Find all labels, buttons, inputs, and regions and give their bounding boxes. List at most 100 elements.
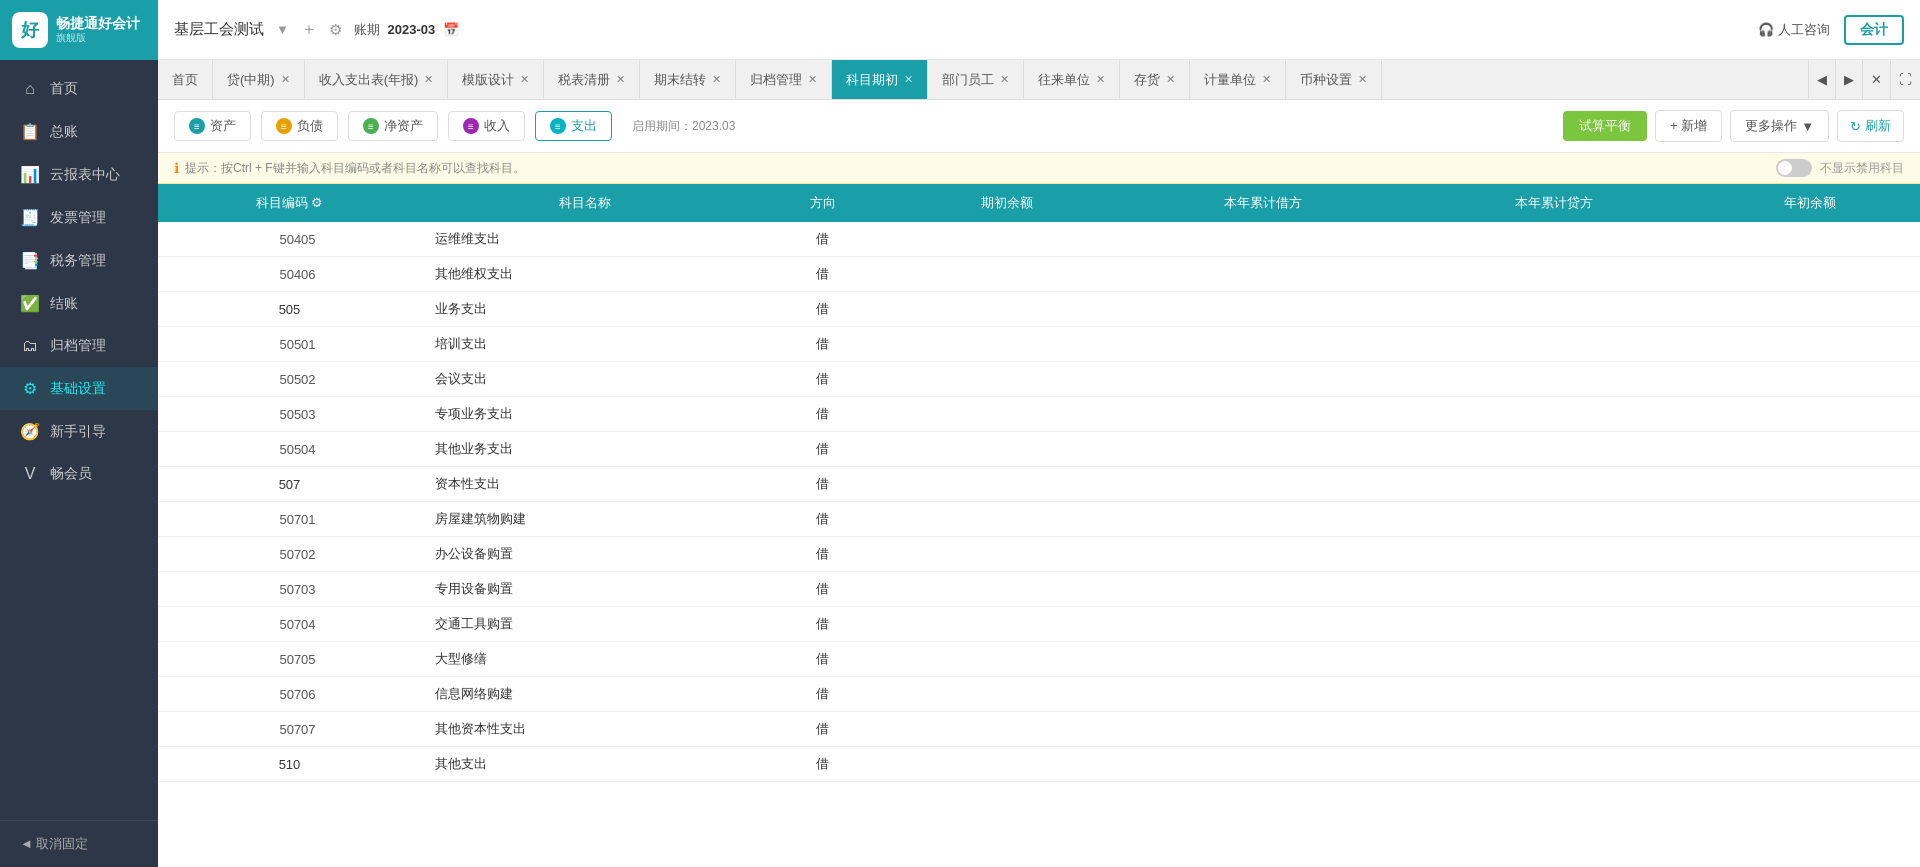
zchan-icon: ≡ <box>189 118 205 134</box>
tab-close-icon[interactable]: ✕ <box>1262 73 1271 86</box>
cell-3 <box>897 537 1117 572</box>
settings-icon[interactable]: ⚙ <box>329 21 342 39</box>
cell-4 <box>1117 397 1409 432</box>
table-row[interactable]: 50703专用设备购置借 <box>158 572 1920 607</box>
tab-close-icon[interactable]: ✕ <box>1000 73 1009 86</box>
tab-filing[interactable]: 归档管理 ✕ <box>736 60 832 99</box>
tab-close-icon[interactable]: ✕ <box>616 73 625 86</box>
report-icon: 📊 <box>20 165 40 184</box>
tab-home[interactable]: 首页 <box>158 60 213 99</box>
tab-unit[interactable]: 计量单位 ✕ <box>1190 60 1286 99</box>
sidebar-item-tax[interactable]: 📑税务管理 <box>0 239 158 282</box>
tab-subject_period[interactable]: 科目期初 ✕ <box>832 60 928 99</box>
sidebar-item-report[interactable]: 📊云报表中心 <box>0 153 158 196</box>
filter-tab-net_asset[interactable]: ≡净资产 <box>348 111 438 141</box>
disable-toggle[interactable] <box>1776 159 1812 177</box>
tab-balance[interactable]: 贷(中期) ✕ <box>213 60 305 99</box>
calendar-icon[interactable]: 📅 <box>443 22 459 37</box>
sidebar-item-member[interactable]: V畅会员 <box>0 453 158 495</box>
tab-close-icon[interactable]: ✕ <box>1096 73 1105 86</box>
period-display: 启用期间：2023.03 <box>632 118 735 135</box>
cell-6 <box>1700 327 1920 362</box>
table-row[interactable]: 505业务支出借 <box>158 292 1920 327</box>
tab-close-icon[interactable]: ✕ <box>281 73 290 86</box>
tab-period_end[interactable]: 期末结转 ✕ <box>640 60 736 99</box>
table-row[interactable]: 50502会议支出借 <box>158 362 1920 397</box>
tab-close-icon[interactable]: ✕ <box>520 73 529 86</box>
table-row[interactable]: 510其他支出借 <box>158 747 1920 782</box>
period-value: 2023-03 <box>388 22 436 37</box>
tab-next-btn[interactable]: ▶ <box>1835 60 1862 100</box>
tab-close-icon[interactable]: ✕ <box>904 73 913 86</box>
period-label: 账期 2023-03 📅 <box>354 21 459 39</box>
filter-tab-expense[interactable]: ≡支出 <box>535 111 612 141</box>
sidebar-item-label: 总账 <box>50 123 78 141</box>
tab-taxclear[interactable]: 税表清册 ✕ <box>544 60 640 99</box>
table-row[interactable]: 50503专项业务支出借 <box>158 397 1920 432</box>
table-row[interactable]: 50702办公设备购置借 <box>158 537 1920 572</box>
tab-dept[interactable]: 部门员工 ✕ <box>928 60 1024 99</box>
table-row[interactable]: 50405运维维支出借 <box>158 222 1920 257</box>
filter-tab-liability[interactable]: ≡负债 <box>261 111 338 141</box>
cell-5 <box>1408 747 1700 782</box>
col-header-0[interactable]: 科目编码 ⚙ <box>158 184 421 222</box>
cell-0: 50405 <box>158 222 421 257</box>
calculate-btn[interactable]: 试算平衡 <box>1563 111 1647 141</box>
tab-close-all-btn[interactable]: ✕ <box>1862 60 1890 100</box>
app-name: 畅捷通好会计 <box>56 15 140 32</box>
project-title: 基层工会测试 <box>174 20 264 39</box>
tab-close-icon[interactable]: ✕ <box>424 73 433 86</box>
cell-6 <box>1700 292 1920 327</box>
filter-tab-asset[interactable]: ≡资产 <box>174 111 251 141</box>
sidebar-item-archive[interactable]: 🗂归档管理 <box>0 325 158 367</box>
cell-2: 借 <box>748 537 897 572</box>
cell-5 <box>1408 257 1700 292</box>
tab-close-icon[interactable]: ✕ <box>712 73 721 86</box>
cell-1: 业务支出 <box>421 292 748 327</box>
tab-currency[interactable]: 币种设置 ✕ <box>1286 60 1382 99</box>
tab-close-icon[interactable]: ✕ <box>1358 73 1367 86</box>
sidebar-item-settle[interactable]: ✅结账 <box>0 282 158 325</box>
main-area: 基层工会测试 ▼ ＋ ⚙ 账期 2023-03 📅 🎧 人工咨询 会计 首页贷(… <box>158 0 1920 867</box>
sidebar-item-ledger[interactable]: 📋总账 <box>0 110 158 153</box>
cell-4 <box>1117 677 1409 712</box>
tab-income[interactable]: 收入支出表(年报) ✕ <box>305 60 449 99</box>
table-row[interactable]: 50706信息网络购建借 <box>158 677 1920 712</box>
tab-inventory[interactable]: 存货 ✕ <box>1120 60 1190 99</box>
filter-tab-income2[interactable]: ≡收入 <box>448 111 525 141</box>
table-row[interactable]: 50705大型修缮借 <box>158 642 1920 677</box>
more-btn[interactable]: 更多操作 ▼ <box>1730 110 1829 142</box>
sidebar-item-guide[interactable]: 🧭新手引导 <box>0 410 158 453</box>
cell-6 <box>1700 467 1920 502</box>
refresh-btn[interactable]: ↻ 刷新 <box>1837 110 1904 142</box>
cell-2: 借 <box>748 292 897 327</box>
cell-0: 50705 <box>158 642 421 677</box>
cell-6 <box>1700 747 1920 782</box>
add-btn[interactable]: + 新增 <box>1655 110 1722 142</box>
tab-client[interactable]: 往来单位 ✕ <box>1024 60 1120 99</box>
cell-0: 50502 <box>158 362 421 397</box>
table-row[interactable]: 50501培训支出借 <box>158 327 1920 362</box>
sidebar-item-home[interactable]: ⌂首页 <box>0 68 158 110</box>
tab-prev-btn[interactable]: ◀ <box>1808 60 1835 100</box>
tab-expand-btn[interactable]: ⛶ <box>1890 60 1920 100</box>
table-row[interactable]: 50504其他业务支出借 <box>158 432 1920 467</box>
table-row[interactable]: 50707其他资本性支出借 <box>158 712 1920 747</box>
table-row[interactable]: 507资本性支出借 <box>158 467 1920 502</box>
cell-6 <box>1700 397 1920 432</box>
table-row[interactable]: 50406其他维权支出借 <box>158 257 1920 292</box>
project-dropdown-icon[interactable]: ▼ <box>276 22 289 37</box>
add-project-icon[interactable]: ＋ <box>301 19 317 40</box>
tab-template[interactable]: 模版设计 ✕ <box>448 60 544 99</box>
sidebar-collapse-btn[interactable]: ◄ 取消固定 <box>0 820 158 867</box>
sidebar-item-settings[interactable]: ⚙基础设置 <box>0 367 158 410</box>
tab-close-icon[interactable]: ✕ <box>1166 73 1175 86</box>
sidebar-item-label: 新手引导 <box>50 423 106 441</box>
sidebar-item-invoice[interactable]: 🧾发票管理 <box>0 196 158 239</box>
table-row[interactable]: 50704交通工具购置借 <box>158 607 1920 642</box>
table-row[interactable]: 50701房屋建筑物购建借 <box>158 502 1920 537</box>
service-btn[interactable]: 🎧 人工咨询 <box>1758 21 1830 39</box>
zchan-active-icon: ≡ <box>550 118 566 134</box>
kuaiji-button[interactable]: 会计 <box>1844 15 1904 45</box>
tab-close-icon[interactable]: ✕ <box>808 73 817 86</box>
